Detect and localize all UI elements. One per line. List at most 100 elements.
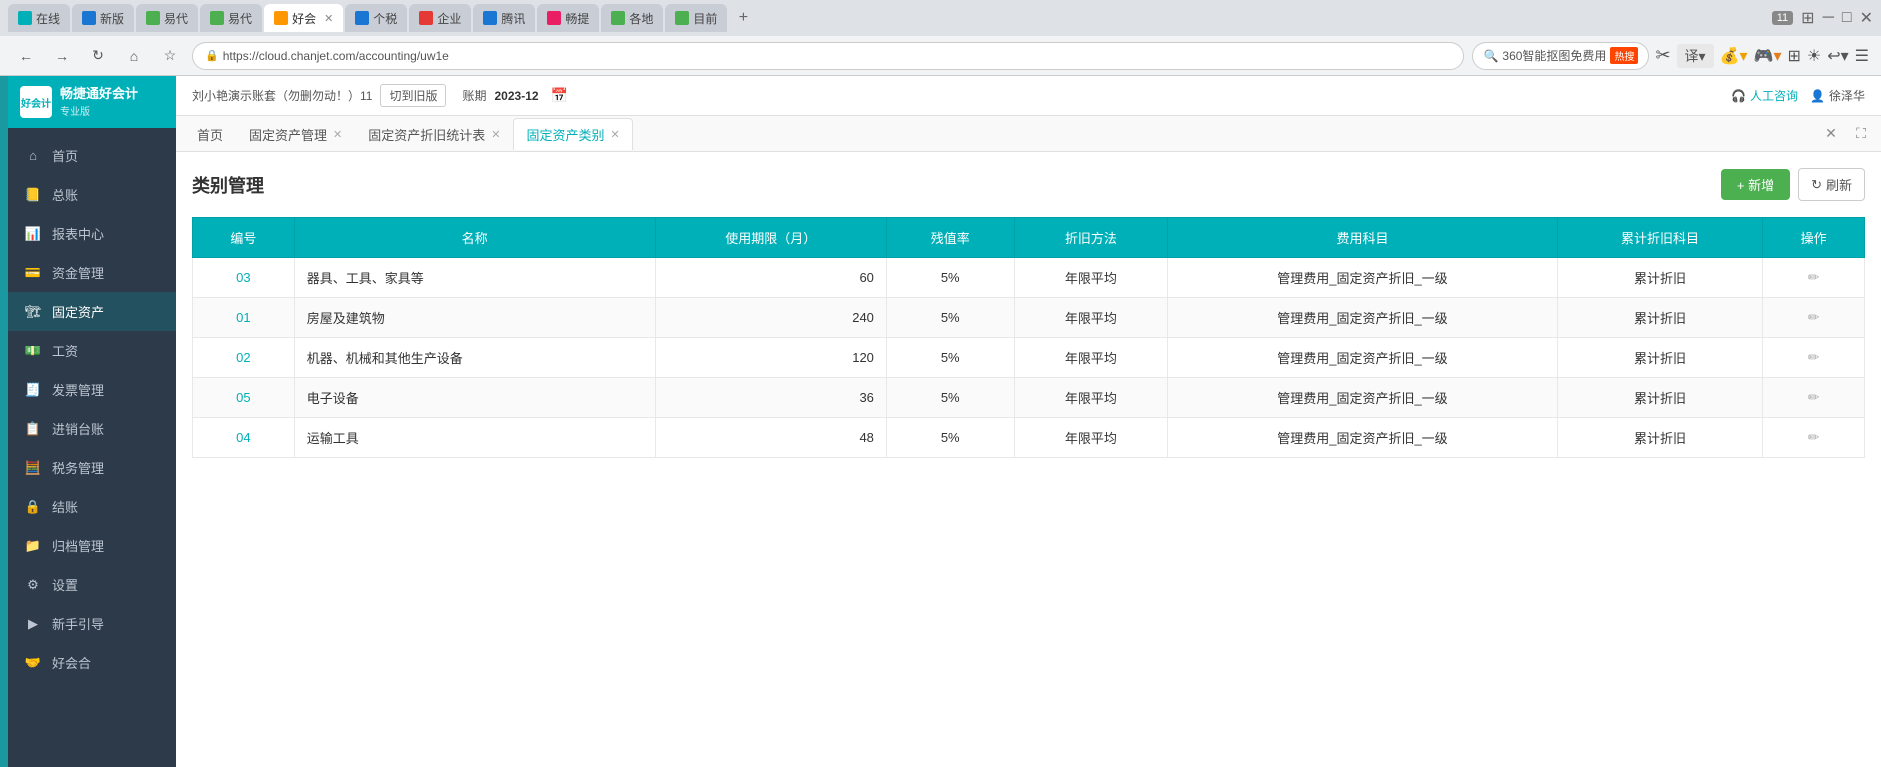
minimize-icon[interactable]: ─ xyxy=(1823,9,1834,27)
tab-depreciation-table[interactable]: 固定资产折旧统计表 ✕ xyxy=(355,118,513,150)
cell-action-1[interactable]: ✏ xyxy=(1763,298,1865,338)
edit-icon-0[interactable]: ✏ xyxy=(1808,269,1820,285)
app-container: 好会计 畅捷通好会计 专业版 ⌂ 首页 📒 总账 📊 报表中心 💳 资金管理 xyxy=(0,76,1881,767)
menu-icon[interactable]: ☰ xyxy=(1855,46,1869,66)
undo-icon[interactable]: ↩▾ xyxy=(1827,46,1848,66)
tab-manage-icon[interactable]: ⊞ xyxy=(1801,8,1814,28)
browser-tab-5[interactable]: 个税 xyxy=(345,4,407,32)
lock-icon: 🔒 xyxy=(205,49,219,62)
grid-icon[interactable]: ⊞ xyxy=(1787,46,1800,66)
expand-tab-button[interactable]: ⛶ xyxy=(1849,122,1873,146)
cell-period-4: 48 xyxy=(655,418,886,458)
sidebar-item-settings[interactable]: ⚙ 设置 xyxy=(8,565,176,604)
purchase-icon: 📋 xyxy=(24,420,42,438)
tab-close-category[interactable]: ✕ xyxy=(611,128,620,141)
report-icon: 📊 xyxy=(24,225,42,243)
new-tab-button[interactable]: + xyxy=(729,4,757,32)
tab-asset-category[interactable]: 固定资产类别 ✕ xyxy=(513,118,632,150)
refresh-button[interactable]: ↻ 刷新 xyxy=(1798,168,1865,201)
browser-tab-4[interactable]: 好会 ✕ xyxy=(264,4,343,32)
tab-asset-management[interactable]: 固定资产管理 ✕ xyxy=(236,118,355,150)
browser-tab-9[interactable]: 各地 xyxy=(601,4,663,32)
browser-tab-6[interactable]: 企业 xyxy=(409,4,471,32)
sidebar-item-salary[interactable]: 💵 工资 xyxy=(8,331,176,370)
edit-icon-2[interactable]: ✏ xyxy=(1808,349,1820,365)
support-link[interactable]: 🎧 人工咨询 xyxy=(1731,87,1798,104)
switch-version-button[interactable]: 切到旧版 xyxy=(380,84,446,107)
cell-action-2[interactable]: ✏ xyxy=(1763,338,1865,378)
cell-residual-1: 5% xyxy=(886,298,1014,338)
sidebar-item-report[interactable]: 📊 报表中心 xyxy=(8,214,176,253)
cell-expense-1: 管理费用_固定资产折旧_一级 xyxy=(1168,298,1558,338)
cell-method-4: 年限平均 xyxy=(1014,418,1168,458)
browser-tab-0[interactable]: 在线 xyxy=(8,4,70,32)
browser-tab-1[interactable]: 新版 xyxy=(72,4,134,32)
edit-icon-4[interactable]: ✏ xyxy=(1808,429,1820,445)
cell-action-4[interactable]: ✏ xyxy=(1763,418,1865,458)
cell-code-0: 03 xyxy=(193,258,295,298)
cell-name-3: 电子设备 xyxy=(294,378,655,418)
game-icon[interactable]: 🎮▾ xyxy=(1754,46,1782,66)
sidebar-item-invoice[interactable]: 🧾 发票管理 xyxy=(8,370,176,409)
edit-icon-3[interactable]: ✏ xyxy=(1808,389,1820,405)
reload-button[interactable]: ↻ xyxy=(84,42,112,70)
sidebar-item-archive[interactable]: 📁 归档管理 xyxy=(8,526,176,565)
forward-button[interactable]: → xyxy=(48,42,76,70)
wallet-icon[interactable]: 💰▾ xyxy=(1720,46,1748,66)
table-row: 01 房屋及建筑物 240 5% 年限平均 管理费用_固定资产折旧_一级 累计折… xyxy=(193,298,1865,338)
scissors-icon[interactable]: ✂ xyxy=(1655,45,1670,66)
translate-icon[interactable]: 译▾ xyxy=(1677,44,1714,68)
sidebar-item-purchase[interactable]: 📋 进销台账 xyxy=(8,409,176,448)
sidebar-item-cooperation[interactable]: 🤝 好会合 xyxy=(8,643,176,682)
cell-accum-2: 累计折旧 xyxy=(1557,338,1762,378)
sidebar-item-home[interactable]: ⌂ 首页 xyxy=(8,136,176,175)
browser-tab-7[interactable]: 腾讯 xyxy=(473,4,535,32)
cell-method-2: 年限平均 xyxy=(1014,338,1168,378)
back-button[interactable]: ← xyxy=(12,42,40,70)
search-box[interactable]: 🔍 360智能抠图免费用 热搜 xyxy=(1472,42,1649,70)
cell-residual-3: 5% xyxy=(886,378,1014,418)
ledger-icon: 📒 xyxy=(24,186,42,204)
tab-home[interactable]: 首页 xyxy=(184,118,236,150)
sidebar-item-asset[interactable]: 🏗 固定资产 xyxy=(8,292,176,331)
home-icon: ⌂ xyxy=(24,147,42,165)
cell-code-2: 02 xyxy=(193,338,295,378)
edit-icon-1[interactable]: ✏ xyxy=(1808,309,1820,325)
browser-tab-8[interactable]: 畅提 xyxy=(537,4,599,32)
cell-expense-4: 管理费用_固定资产折旧_一级 xyxy=(1168,418,1558,458)
cell-name-2: 机器、机械和其他生产设备 xyxy=(294,338,655,378)
close-window-icon[interactable]: ✕ xyxy=(1860,8,1873,28)
tab-close-asset-management[interactable]: ✕ xyxy=(333,128,342,141)
table-row: 05 电子设备 36 5% 年限平均 管理费用_固定资产折旧_一级 累计折旧 ✏ xyxy=(193,378,1865,418)
sidebar-item-guide[interactable]: ▶ 新手引导 xyxy=(8,604,176,643)
sidebar-item-ledger[interactable]: 📒 总账 xyxy=(8,175,176,214)
col-residual: 残值率 xyxy=(886,218,1014,258)
address-bar: ← → ↻ ⌂ ☆ 🔒 https://cloud.chanjet.com/ac… xyxy=(0,36,1881,76)
browser-tab-close-4[interactable]: ✕ xyxy=(324,12,333,25)
close-tab-button[interactable]: ✕ xyxy=(1819,122,1843,146)
sidebar-menu: ⌂ 首页 📒 总账 📊 报表中心 💳 资金管理 🏗 固定资产 💵 工资 xyxy=(8,128,176,767)
cell-action-3[interactable]: ✏ xyxy=(1763,378,1865,418)
sidebar-item-tax[interactable]: 🧮 税务管理 xyxy=(8,448,176,487)
cell-expense-0: 管理费用_固定资产折旧_一级 xyxy=(1168,258,1558,298)
home-button[interactable]: ⌂ xyxy=(120,42,148,70)
star-button[interactable]: ☆ xyxy=(156,42,184,70)
cell-period-3: 36 xyxy=(655,378,886,418)
cell-action-0[interactable]: ✏ xyxy=(1763,258,1865,298)
add-button[interactable]: + 新增 xyxy=(1721,169,1790,200)
refresh-icon: ↻ xyxy=(1811,177,1822,193)
url-bar[interactable]: 🔒 https://cloud.chanjet.com/accounting/u… xyxy=(192,42,1464,70)
calendar-icon[interactable]: 📅 xyxy=(551,87,568,104)
maximize-icon[interactable]: □ xyxy=(1842,9,1852,27)
browser-tab-10[interactable]: 目前 xyxy=(665,4,727,32)
brightness-icon[interactable]: ☀ xyxy=(1807,46,1821,66)
top-bar: 刘小艳演示账套（勿删勿动！）11 切到旧版 账期 2023-12 📅 🎧 人工咨… xyxy=(176,76,1881,116)
sidebar-item-close-account[interactable]: 🔒 结账 xyxy=(8,487,176,526)
browser-tab-3[interactable]: 易代 xyxy=(200,4,262,32)
sidebar-item-fund[interactable]: 💳 资金管理 xyxy=(8,253,176,292)
cell-expense-2: 管理费用_固定资产折旧_一级 xyxy=(1168,338,1558,378)
browser-tab-2[interactable]: 易代 xyxy=(136,4,198,32)
salary-icon: 💵 xyxy=(24,342,42,360)
close-account-icon: 🔒 xyxy=(24,498,42,516)
tab-close-depreciation[interactable]: ✕ xyxy=(491,128,500,141)
